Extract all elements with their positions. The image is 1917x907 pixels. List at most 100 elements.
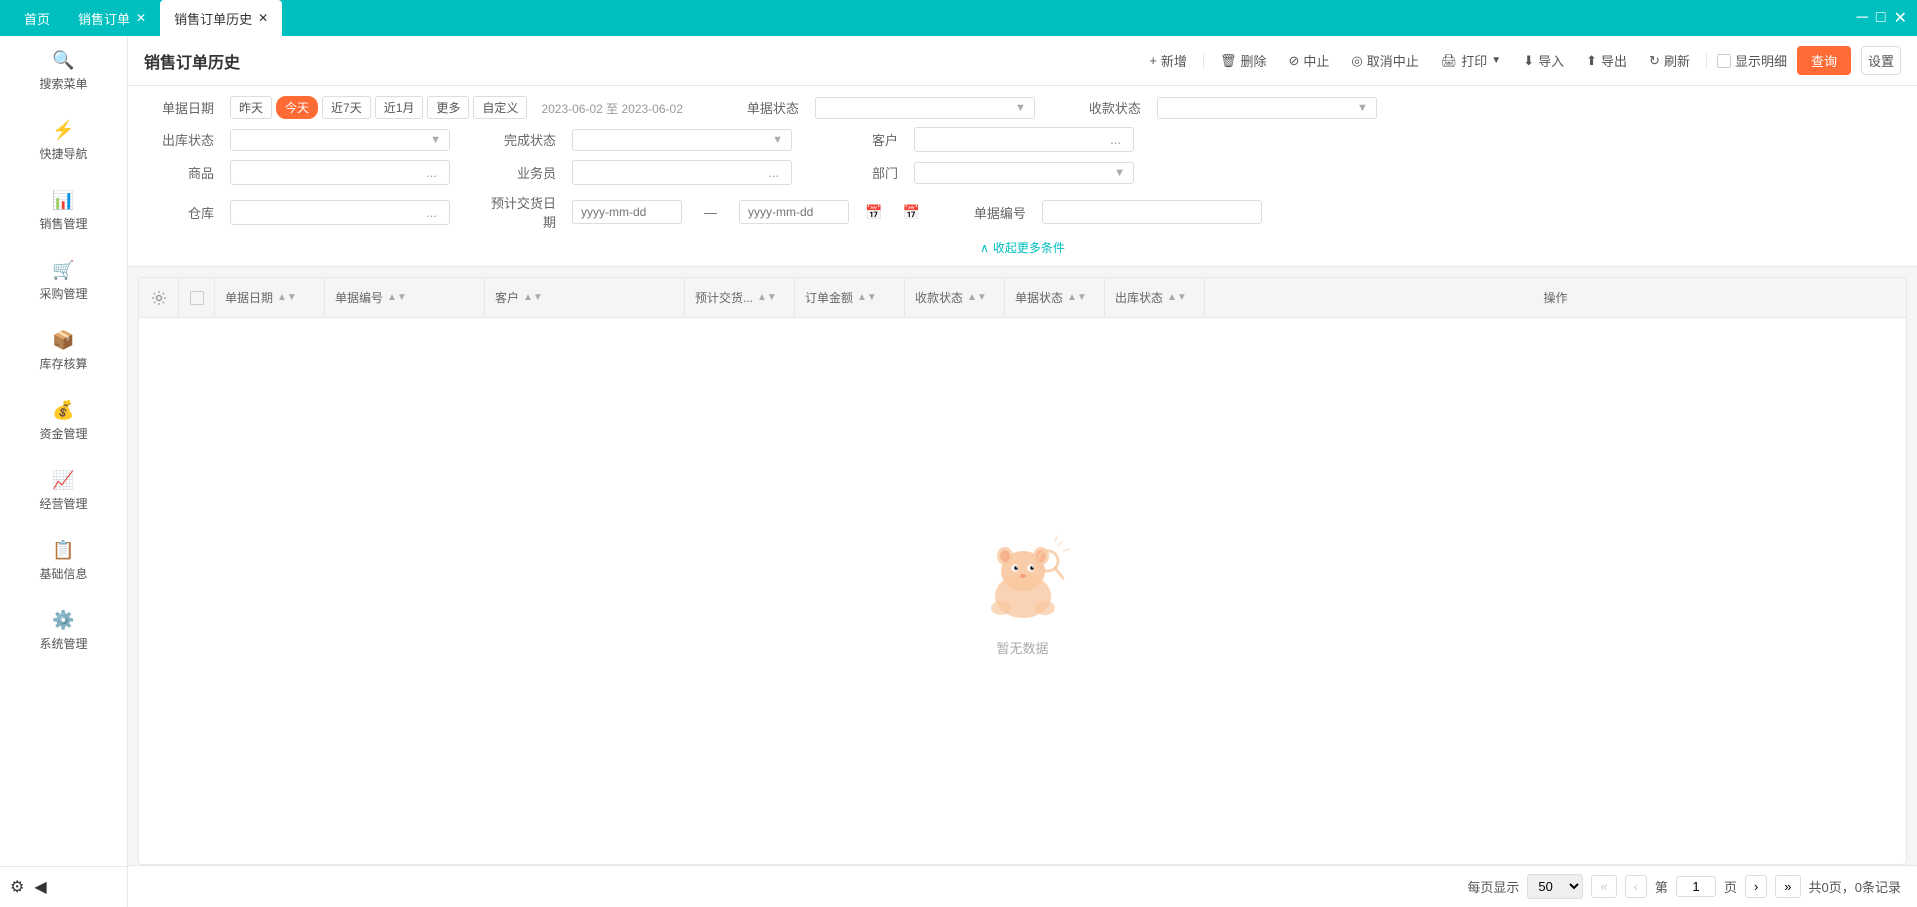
- first-page-btn[interactable]: «: [1591, 875, 1616, 898]
- warehouse-input[interactable]: ...: [230, 200, 450, 225]
- last-page-btn[interactable]: »: [1775, 875, 1800, 898]
- th-checkbox[interactable]: [179, 278, 215, 317]
- purchase-mgmt-icon: 🛒: [52, 260, 74, 281]
- tab-home[interactable]: 首页: [10, 0, 64, 36]
- window-minimize-btn[interactable]: ─: [1857, 9, 1868, 27]
- stop-button[interactable]: ⊘ 中止: [1282, 47, 1335, 74]
- th-date[interactable]: 单据日期 ▲▼: [215, 278, 325, 317]
- new-label: 新增: [1161, 51, 1187, 70]
- salesperson-input[interactable]: ...: [572, 160, 792, 185]
- tab-sales-order[interactable]: 销售订单 ✕: [64, 0, 160, 36]
- calendar-icon-from[interactable]: 📅: [865, 204, 882, 221]
- per-page-select[interactable]: 50 20 100 200: [1527, 874, 1583, 899]
- th-number-sort: ▲▼: [387, 292, 407, 303]
- top-bar: 首页 销售订单 ✕ 销售订单历史 ✕ ─ □ ✕: [0, 0, 1917, 36]
- divider-2: [1706, 53, 1707, 69]
- sidebar-settings-icon[interactable]: ⚙: [10, 877, 24, 897]
- tab-sales-order-history-close[interactable]: ✕: [258, 11, 268, 25]
- customer-input[interactable]: ...: [914, 127, 1134, 152]
- window-maximize-btn[interactable]: □: [1876, 9, 1886, 27]
- sidebar-item-inventory-check[interactable]: 📦 库存核算: [0, 316, 127, 386]
- prev-page-btn[interactable]: ‹: [1625, 875, 1647, 898]
- receipt-status-select[interactable]: ▼: [1157, 97, 1377, 119]
- delivery-date-to[interactable]: [739, 200, 849, 224]
- delete-button[interactable]: 🗑 删除: [1214, 47, 1273, 74]
- sidebar-collapse-icon[interactable]: ◀: [34, 877, 46, 897]
- th-outbound-status-sort: ▲▼: [1167, 292, 1187, 303]
- date-shortcut-custom[interactable]: 自定义: [473, 96, 527, 119]
- date-shortcut-today[interactable]: 今天: [276, 96, 318, 119]
- completion-status-select[interactable]: ▼: [572, 129, 792, 151]
- salesperson-ellipsis[interactable]: ...: [764, 165, 783, 180]
- th-customer-sort: ▲▼: [523, 292, 543, 303]
- settings-button[interactable]: 设置: [1861, 46, 1901, 75]
- cancel-stop-icon: ◎: [1351, 53, 1362, 69]
- th-order-status-label: 单据状态: [1015, 289, 1063, 306]
- sidebar-item-purchase-mgmt[interactable]: 🛒 采购管理: [0, 246, 127, 316]
- refresh-icon: ↻: [1649, 53, 1660, 69]
- table-body: 暂无数据: [139, 318, 1906, 864]
- date-shortcut-7days[interactable]: 近7天: [322, 96, 371, 119]
- sidebar-item-search-menu[interactable]: 🔍 搜索菜单: [0, 36, 127, 106]
- order-number-label: 单据编号: [956, 203, 1026, 222]
- order-status-select[interactable]: ▼: [815, 97, 1035, 119]
- outbound-status-select[interactable]: ▼: [230, 129, 450, 151]
- sidebar-item-inventory-check-label: 库存核算: [39, 355, 87, 372]
- goods-input[interactable]: ...: [230, 160, 450, 185]
- th-order-status[interactable]: 单据状态 ▲▼: [1005, 278, 1105, 317]
- sidebar-item-sys-mgmt[interactable]: ⚙️ 系统管理: [0, 596, 127, 666]
- th-delivery-label: 预计交货...: [695, 289, 753, 306]
- customer-ellipsis[interactable]: ...: [1106, 132, 1125, 147]
- page-unit: 页: [1724, 877, 1737, 896]
- print-button[interactable]: 🖨 打印 ▼: [1435, 47, 1507, 74]
- th-gear[interactable]: [139, 278, 179, 317]
- sidebar-item-ops-mgmt[interactable]: 📈 经营管理: [0, 456, 127, 526]
- date-shortcut-yesterday[interactable]: 昨天: [230, 96, 272, 119]
- stop-icon: ⊘: [1288, 53, 1299, 69]
- delivery-date-from[interactable]: [572, 200, 682, 224]
- print-label: 打印: [1461, 51, 1487, 70]
- settings-label: 设置: [1868, 51, 1894, 70]
- th-delivery[interactable]: 预计交货... ▲▼: [685, 278, 795, 317]
- tab-sales-order-history[interactable]: 销售订单历史 ✕: [160, 0, 282, 36]
- goods-ellipsis[interactable]: ...: [422, 165, 441, 180]
- sidebar-item-quick-nav-label: 快捷导航: [39, 145, 87, 162]
- th-receipt-status[interactable]: 收款状态 ▲▼: [905, 278, 1005, 317]
- import-button[interactable]: ⬇ 导入: [1517, 47, 1570, 74]
- export-label: 导出: [1601, 51, 1627, 70]
- th-operations: 操作: [1205, 278, 1906, 317]
- sidebar-item-ops-mgmt-label: 经营管理: [39, 495, 87, 512]
- next-page-btn[interactable]: ›: [1745, 875, 1767, 898]
- refresh-button[interactable]: ↻ 刷新: [1643, 47, 1696, 74]
- new-button[interactable]: + 新增: [1143, 47, 1193, 74]
- th-number[interactable]: 单据编号 ▲▼: [325, 278, 485, 317]
- filter-row-1: 单据日期 昨天 今天 近7天 近1月 更多 自定义 2023-06-02 至 2…: [144, 96, 1901, 119]
- order-number-input[interactable]: [1042, 200, 1262, 224]
- export-button[interactable]: ⬆ 导出: [1580, 47, 1633, 74]
- warehouse-ellipsis[interactable]: ...: [422, 205, 441, 220]
- sidebar-item-sales-mgmt[interactable]: 📊 销售管理: [0, 176, 127, 246]
- window-controls: ─ □ ✕: [1857, 8, 1907, 28]
- sidebar-item-fund-mgmt[interactable]: 💰 资金管理: [0, 386, 127, 456]
- show-detail-toggle[interactable]: 显示明细: [1717, 51, 1787, 70]
- outbound-status-chevron: ▼: [430, 134, 441, 146]
- per-page-label: 每页显示: [1467, 877, 1519, 896]
- th-amount[interactable]: 订单金额 ▲▼: [795, 278, 905, 317]
- date-shortcut-1month[interactable]: 近1月: [375, 96, 424, 119]
- th-outbound-status[interactable]: 出库状态 ▲▼: [1105, 278, 1205, 317]
- th-customer[interactable]: 客户 ▲▼: [485, 278, 685, 317]
- query-button[interactable]: 查询: [1797, 46, 1851, 75]
- tab-sales-order-close[interactable]: ✕: [136, 11, 146, 25]
- window-close-btn[interactable]: ✕: [1894, 8, 1907, 28]
- receipt-status-label: 收款状态: [1071, 98, 1141, 117]
- cancel-stop-button[interactable]: ◎ 取消中止: [1345, 47, 1424, 74]
- sidebar-item-basic-info[interactable]: 📋 基础信息: [0, 526, 127, 596]
- department-select[interactable]: ▼: [914, 162, 1134, 184]
- customer-label: 客户: [828, 130, 898, 149]
- salesperson-label: 业务员: [486, 163, 556, 182]
- collapse-row[interactable]: ∧ 收起更多条件: [144, 239, 1901, 256]
- date-shortcut-more[interactable]: 更多: [427, 96, 469, 119]
- page-number-input[interactable]: [1676, 876, 1716, 897]
- sidebar-item-quick-nav[interactable]: ⚡ 快捷导航: [0, 106, 127, 176]
- calendar-icon-to[interactable]: 📅: [902, 204, 919, 221]
